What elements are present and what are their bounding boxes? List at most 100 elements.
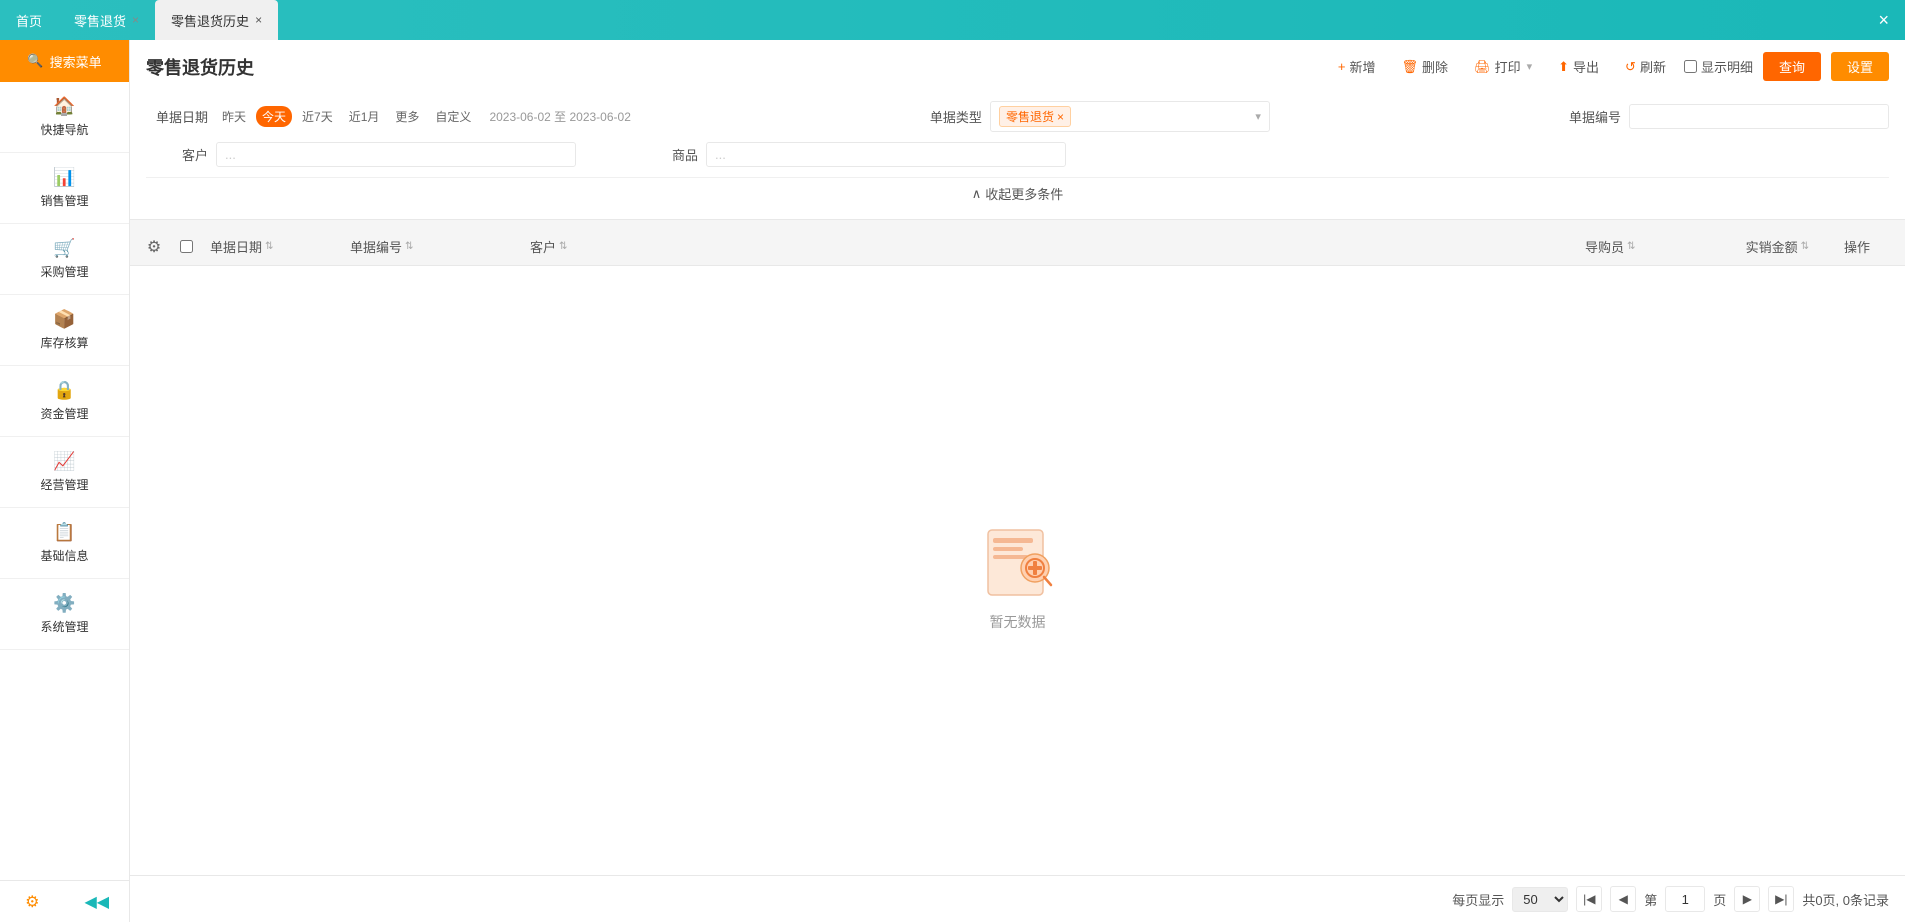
delete-button[interactable]: 🗑 删除 xyxy=(1394,53,1457,80)
inventory-icon: 📦 xyxy=(53,309,75,330)
date-btn-custom[interactable]: 自定义 xyxy=(429,106,477,127)
tab-home-label: 首页 xyxy=(16,11,42,30)
no-input[interactable] xyxy=(1629,104,1889,129)
th-guide-label: 导购员 xyxy=(1585,237,1624,256)
th-customer[interactable]: 客户 ⇅ xyxy=(522,237,1577,256)
page-header-top: 零售退货历史 + 新增 🗑 删除 🖨 打印 ▾ xyxy=(146,52,1889,81)
table-settings-icon[interactable]: ⚙ xyxy=(138,237,170,257)
refresh-icon: ↺ xyxy=(1625,59,1636,75)
th-action-label: 操作 xyxy=(1844,237,1870,256)
query-button[interactable]: 查询 xyxy=(1763,52,1821,81)
date-btn-today[interactable]: 今天 xyxy=(256,106,292,127)
toolbar: + 新增 🗑 删除 🖨 打印 ▾ ⬆ 导出 xyxy=(1330,52,1889,81)
print-icon: 🖨 xyxy=(1474,59,1491,75)
sidebar-item-purchase[interactable]: 🛒 采购管理 xyxy=(0,224,129,295)
settings-button[interactable]: ⚙ xyxy=(0,881,65,922)
sidebar-item-sales[interactable]: 📊 销售管理 xyxy=(0,153,129,224)
sidebar-item-inventory-label: 库存核算 xyxy=(40,334,88,351)
tab-retail-return[interactable]: 零售退货 × xyxy=(58,0,155,40)
type-select[interactable]: 零售退货 × ▾ xyxy=(990,101,1270,132)
th-customer-label: 客户 xyxy=(530,237,556,256)
goods-input[interactable] xyxy=(706,142,1066,167)
display-detail-checkbox[interactable]: 显示明细 xyxy=(1684,57,1753,76)
th-date-sort-icon: ⇅ xyxy=(265,241,273,252)
quick-nav-icon: 🏠 xyxy=(53,96,75,117)
th-amount[interactable]: 实销金额 ⇅ xyxy=(1697,237,1817,256)
select-all-input[interactable] xyxy=(180,240,193,253)
filter-area: 单据日期 昨天 今天 近7天 近1月 更多 自定义 2023-06-02 至 2… xyxy=(146,91,1889,219)
add-button[interactable]: + 新增 xyxy=(1330,53,1384,80)
page-last-button[interactable]: ▶| xyxy=(1768,886,1794,912)
page-prev-button[interactable]: ◀ xyxy=(1610,886,1636,912)
goods-label: 商品 xyxy=(636,145,706,164)
refresh-button[interactable]: ↺ 刷新 xyxy=(1617,53,1674,80)
table-header: ⚙ 单据日期 ⇅ 单据编号 ⇅ 客户 ⇅ 导购员 ⇅ xyxy=(130,228,1905,266)
export-icon: ⬆ xyxy=(1558,59,1569,75)
purchase-icon: 🛒 xyxy=(53,238,75,259)
customer-label: 客户 xyxy=(146,145,216,164)
empty-text: 暂无数据 xyxy=(990,612,1046,632)
refresh-label: 刷新 xyxy=(1640,57,1666,76)
tab-home[interactable]: 首页 xyxy=(0,0,58,40)
sidebar-item-finance[interactable]: 🔒 资金管理 xyxy=(0,366,129,437)
add-icon: + xyxy=(1338,59,1346,74)
sidebar-item-inventory[interactable]: 📦 库存核算 xyxy=(0,295,129,366)
tab-retail-return-history[interactable]: 零售退货历史 × xyxy=(155,0,278,40)
filter-date-btns: 昨天 今天 近7天 近1月 更多 自定义 2023-06-02 至 2023-0… xyxy=(216,106,631,127)
export-button[interactable]: ⬆ 导出 xyxy=(1550,53,1607,80)
customer-input[interactable] xyxy=(216,142,576,167)
display-detail-label: 显示明细 xyxy=(1701,57,1753,76)
sidebar-item-system[interactable]: ⚙️ 系统管理 xyxy=(0,579,129,650)
filter-row-date: 单据日期 昨天 今天 近7天 近1月 更多 自定义 2023-06-02 至 2… xyxy=(146,101,1889,132)
audio-button[interactable]: ◀◀ xyxy=(65,881,130,922)
tab-retail-return-history-label: 零售退货历史 xyxy=(171,11,249,30)
setting-button[interactable]: 设置 xyxy=(1831,52,1889,81)
total-label: 共0页, 0条记录 xyxy=(1802,890,1889,909)
date-btn-1month[interactable]: 近1月 xyxy=(343,106,386,127)
sidebar-item-operations[interactable]: 📈 经营管理 xyxy=(0,437,129,508)
date-btn-7days[interactable]: 近7天 xyxy=(296,106,339,127)
collapse-more-btn[interactable]: ∧ 收起更多条件 xyxy=(146,177,1889,209)
date-btn-yesterday[interactable]: 昨天 xyxy=(216,106,252,127)
sidebar-item-quick-nav[interactable]: 🏠 快捷导航 xyxy=(0,82,129,153)
sidebar-search[interactable]: 🔍 搜索菜单 xyxy=(0,40,129,82)
print-label: 打印 xyxy=(1495,57,1521,76)
th-no-label: 单据编号 xyxy=(350,237,402,256)
sidebar-item-basic-info[interactable]: 📋 基础信息 xyxy=(0,508,129,579)
main-layout: 🔍 搜索菜单 🏠 快捷导航 📊 销售管理 🛒 采购管理 📦 库存核算 🔒 资金管… xyxy=(0,40,1905,922)
sidebar-item-basic-info-label: 基础信息 xyxy=(40,547,88,564)
tab-retail-return-label: 零售退货 xyxy=(74,11,126,30)
sidebar-item-quick-nav-label: 快捷导航 xyxy=(40,121,88,138)
th-guide[interactable]: 导购员 ⇅ xyxy=(1577,237,1697,256)
page-unit: 页 xyxy=(1713,890,1726,909)
page-size-label: 每页显示 xyxy=(1452,890,1504,909)
sidebar-item-operations-label: 经营管理 xyxy=(40,476,88,493)
th-guide-sort-icon: ⇅ xyxy=(1627,241,1635,252)
page-size-select[interactable]: 10 20 50 100 xyxy=(1512,887,1568,912)
th-date[interactable]: 单据日期 ⇅ xyxy=(202,237,342,256)
page-title: 零售退货历史 xyxy=(146,54,254,80)
sidebar-bottom: ⚙ ◀◀ xyxy=(0,880,129,922)
no-label: 单据编号 xyxy=(1559,107,1629,126)
collapse-label: 收起更多条件 xyxy=(985,184,1063,203)
page-next-button[interactable]: ▶ xyxy=(1734,886,1760,912)
print-button[interactable]: 🖨 打印 ▾ xyxy=(1466,53,1540,80)
th-no[interactable]: 单据编号 ⇅ xyxy=(342,237,522,256)
sidebar-item-purchase-label: 采购管理 xyxy=(40,263,88,280)
add-label: 新增 xyxy=(1350,57,1376,76)
window-close-button[interactable]: × xyxy=(1862,0,1905,40)
filter-row-customer: 客户 商品 xyxy=(146,142,1889,167)
page-first-button[interactable]: |◀ xyxy=(1576,886,1602,912)
type-tag-remove[interactable]: × xyxy=(1057,110,1064,124)
settings-gear-icon: ⚙ xyxy=(25,892,39,912)
system-icon: ⚙️ xyxy=(53,593,75,614)
tab-retail-return-close[interactable]: × xyxy=(132,13,139,27)
tab-retail-return-history-close[interactable]: × xyxy=(255,13,262,27)
page-number-input[interactable] xyxy=(1665,886,1705,912)
date-btn-more[interactable]: 更多 xyxy=(389,106,425,127)
sales-icon: 📊 xyxy=(53,167,75,188)
type-chevron-icon: ▾ xyxy=(1255,110,1261,123)
table-select-all-checkbox[interactable] xyxy=(170,240,202,253)
display-detail-input[interactable] xyxy=(1684,60,1697,73)
search-icon: 🔍 xyxy=(27,53,43,69)
